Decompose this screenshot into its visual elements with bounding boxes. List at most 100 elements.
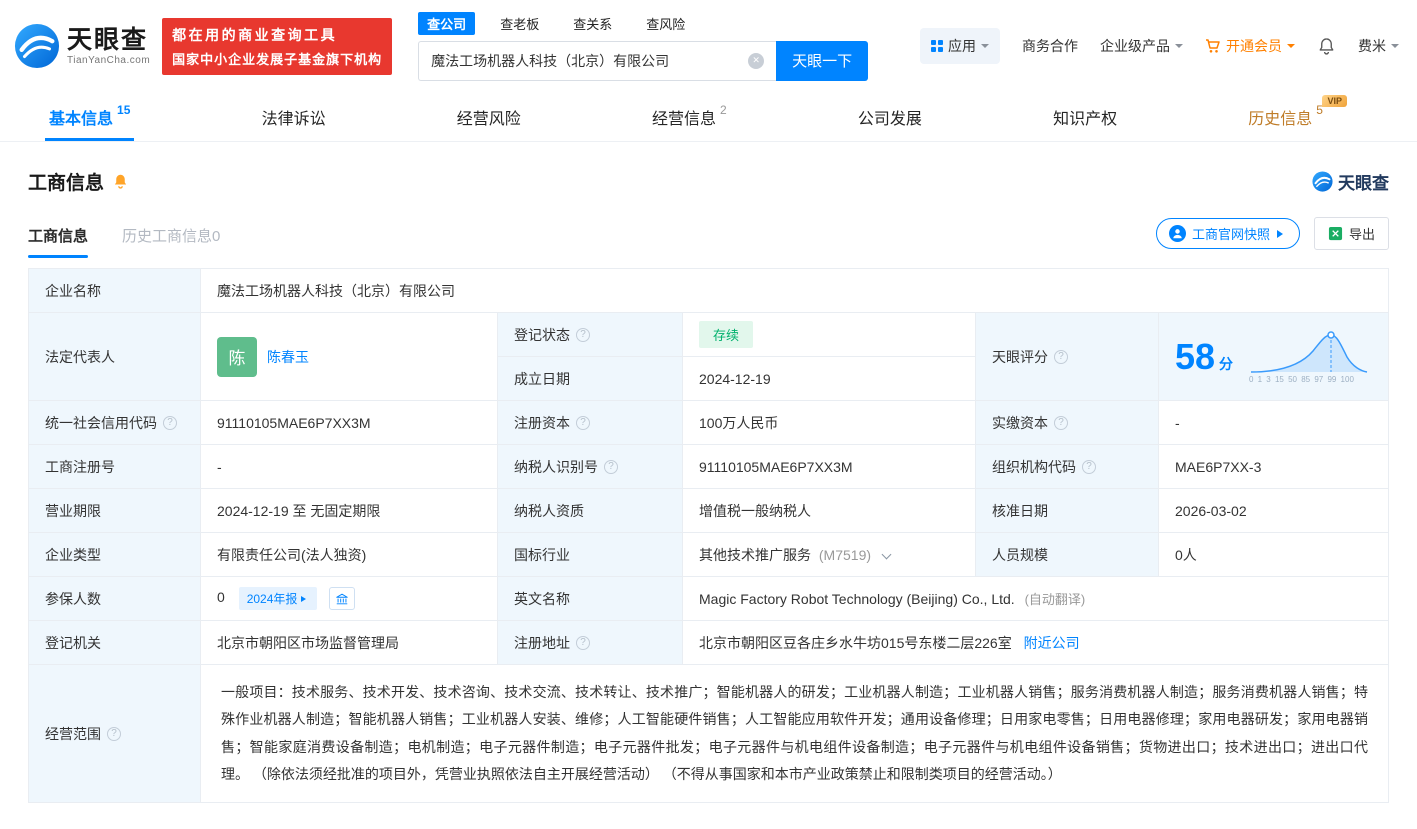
tab-history-info[interactable]: VIP 历史信息 5: [1244, 92, 1347, 141]
table-row: 法定代表人 陈 陈春玉 登记状态 存续 天眼评分: [28, 312, 1389, 401]
label-text: 登记状态: [514, 326, 570, 343]
field-value-paid-capital: -: [1158, 400, 1389, 445]
field-label-legal-rep: 法定代表人: [28, 312, 201, 401]
company-name-value: 魔法工场机器人科技（北京）有限公司: [217, 282, 455, 299]
chevron-down-icon: [1175, 44, 1183, 52]
user-menu[interactable]: 费米: [1358, 36, 1399, 56]
field-label-company-name: 企业名称: [28, 268, 201, 313]
bell-icon: [1319, 37, 1334, 55]
help-icon[interactable]: [163, 415, 177, 430]
header-menu: 应用 商务合作 企业级产品 开通会员 费米: [920, 28, 1399, 64]
label-text: 经营范围: [45, 725, 101, 742]
reg-authority-value: 北京市朝阳区市场监督管理局: [217, 634, 399, 651]
field-label-english-name: 英文名称: [497, 576, 683, 621]
table-row: 企业名称 魔法工场机器人科技（北京）有限公司: [28, 268, 1389, 313]
subtab-business-info[interactable]: 工商信息: [28, 225, 89, 258]
field-label-taxpayer-id: 纳税人识别号: [497, 444, 683, 489]
chevron-down-icon[interactable]: [881, 549, 892, 559]
establish-date-value: 2024-12-19: [699, 370, 771, 387]
tab-company-development[interactable]: 公司发展: [854, 92, 926, 141]
tab-label: 经营信息: [651, 110, 716, 128]
gov-report-button[interactable]: [329, 587, 356, 610]
business-cooperation-link[interactable]: 商务合作: [1022, 36, 1078, 56]
field-value-legal-rep: 陈 陈春玉: [200, 312, 498, 401]
excel-export-icon: [1328, 226, 1343, 241]
search-tab-relation[interactable]: 查关系: [564, 12, 621, 35]
industry-code: (M7519): [818, 546, 872, 563]
search-input-wrap: [418, 40, 777, 81]
field-label-reg-address: 注册地址: [497, 620, 683, 665]
notification-bell[interactable]: [1317, 37, 1336, 56]
subtab-history-business-info[interactable]: 历史工商信息0: [122, 225, 220, 258]
search-tab-company[interactable]: 查公司: [418, 11, 476, 35]
field-label-org-code: 组织机构代码: [975, 444, 1159, 489]
field-label-taxpayer-quality: 纳税人资质: [497, 488, 683, 533]
tab-legal-litigation[interactable]: 法律诉讼: [258, 92, 330, 141]
arrow-right-icon: [1276, 229, 1287, 238]
company-type-value: 有限责任公司(法人独资): [217, 546, 367, 563]
help-icon[interactable]: [1054, 349, 1068, 364]
tab-operating-info[interactable]: 经营信息 2: [648, 92, 731, 141]
nearby-company-link[interactable]: 附近公司: [1024, 635, 1080, 651]
help-icon[interactable]: [1054, 415, 1068, 430]
label-text: 注册地址: [514, 634, 570, 651]
help-icon[interactable]: [107, 726, 121, 741]
header: 天眼查 TianYanCha.com 都在用的商业查询工具 国家中小企业发展子基…: [0, 0, 1417, 92]
app-menu[interactable]: 应用: [920, 28, 1000, 64]
score-number: 58 分: [1175, 338, 1233, 375]
company-nav-tabs: 基本信息 15 法律诉讼 经营风险 经营信息 2 公司发展 知识产权 VIP 历…: [0, 92, 1417, 142]
search-tab-risk[interactable]: 查风险: [637, 12, 694, 35]
vip-upgrade-menu[interactable]: 开通会员: [1205, 36, 1295, 56]
status-badge: 存续: [699, 321, 754, 348]
section-brand-logo: 天眼查: [1312, 169, 1389, 194]
field-value-company-type: 有限责任公司(法人独资): [200, 532, 498, 577]
field-value-industry: 其他技术推广服务 (M7519): [682, 532, 976, 577]
subtab-actions: 工商官网快照 导出: [1155, 217, 1389, 258]
help-icon[interactable]: [576, 415, 590, 430]
business-term-value: 2024-12-19 至 无固定期限: [217, 502, 381, 519]
label-text: 英文名称: [514, 590, 570, 607]
table-row: 登记机关 北京市朝阳区市场监督管理局 注册地址 北京市朝阳区豆各庄乡水牛坊015…: [28, 620, 1389, 665]
snapshot-button[interactable]: 工商官网快照: [1155, 218, 1300, 249]
search-box: 天眼一下: [418, 40, 869, 81]
field-value-company-name: 魔法工场机器人科技（北京）有限公司: [200, 268, 1389, 313]
legal-rep-avatar[interactable]: 陈: [217, 336, 257, 377]
tab-intellectual-property[interactable]: 知识产权: [1049, 92, 1121, 141]
field-value-taxpayer-id: 91110105MAE6P7XX3M: [682, 444, 976, 489]
enterprise-products-menu[interactable]: 企业级产品: [1100, 36, 1183, 56]
table-row: 营业期限 2024-12-19 至 无固定期限 纳税人资质 增值税一般纳税人 核…: [28, 488, 1389, 533]
subtab-row: 工商信息 历史工商信息0 工商官网快照 导出: [28, 217, 1389, 258]
table-row: 企业类型 有限责任公司(法人独资) 国标行业 其他技术推广服务 (M7519) …: [28, 532, 1389, 577]
label-text: 核准日期: [992, 502, 1048, 519]
score-chart[interactable]: 0 1 3 15 50 85 97 99 100: [1249, 330, 1369, 384]
vip-badge: VIP: [1322, 95, 1347, 107]
table-row: 参保人数 0 2024年报 英文名称 Magic Factory Robot T…: [28, 576, 1389, 621]
annual-report-badge[interactable]: 2024年报: [238, 587, 318, 610]
export-button[interactable]: 导出: [1313, 217, 1389, 250]
help-icon[interactable]: [1082, 459, 1096, 474]
field-value-reg-capital: 100万人民币: [682, 400, 976, 445]
legal-rep-link[interactable]: 陈春玉: [267, 347, 309, 367]
help-icon[interactable]: [576, 635, 590, 650]
staff-size-value: 0人: [1175, 546, 1197, 563]
field-label-company-type: 企业类型: [28, 532, 201, 577]
tianyancha-logo[interactable]: 天眼查 TianYanCha.com: [14, 23, 150, 69]
search-input[interactable]: [431, 52, 749, 69]
auto-translate-note: (自动翻译): [1024, 592, 1086, 607]
tab-basic-info[interactable]: 基本信息 15: [45, 92, 135, 141]
search-tab-boss[interactable]: 查老板: [491, 12, 548, 35]
chevron-down-icon: [1391, 44, 1399, 52]
main-content: 工商信息 天眼查 工商信息 历史工商信息0 工商官网快照 导出 企业名称 魔法工…: [0, 168, 1417, 804]
promo-banner[interactable]: 都在用的商业查询工具 国家中小企业发展子基金旗下机构: [162, 17, 393, 75]
snapshot-button-label: 工商官网快照: [1191, 227, 1270, 242]
promo-line-2: 国家中小企业发展子基金旗下机构: [172, 51, 383, 67]
search-button[interactable]: 天眼一下: [776, 40, 869, 81]
help-icon[interactable]: [604, 459, 618, 474]
vip-label: 开通会员: [1226, 38, 1282, 54]
help-icon[interactable]: [576, 327, 590, 342]
clear-icon[interactable]: [748, 52, 765, 69]
field-value-reg-status: 存续: [682, 312, 976, 357]
subscribe-bell-icon[interactable]: [112, 173, 129, 190]
tab-operating-risk[interactable]: 经营风险: [453, 92, 525, 141]
tab-count: 15: [117, 103, 131, 117]
